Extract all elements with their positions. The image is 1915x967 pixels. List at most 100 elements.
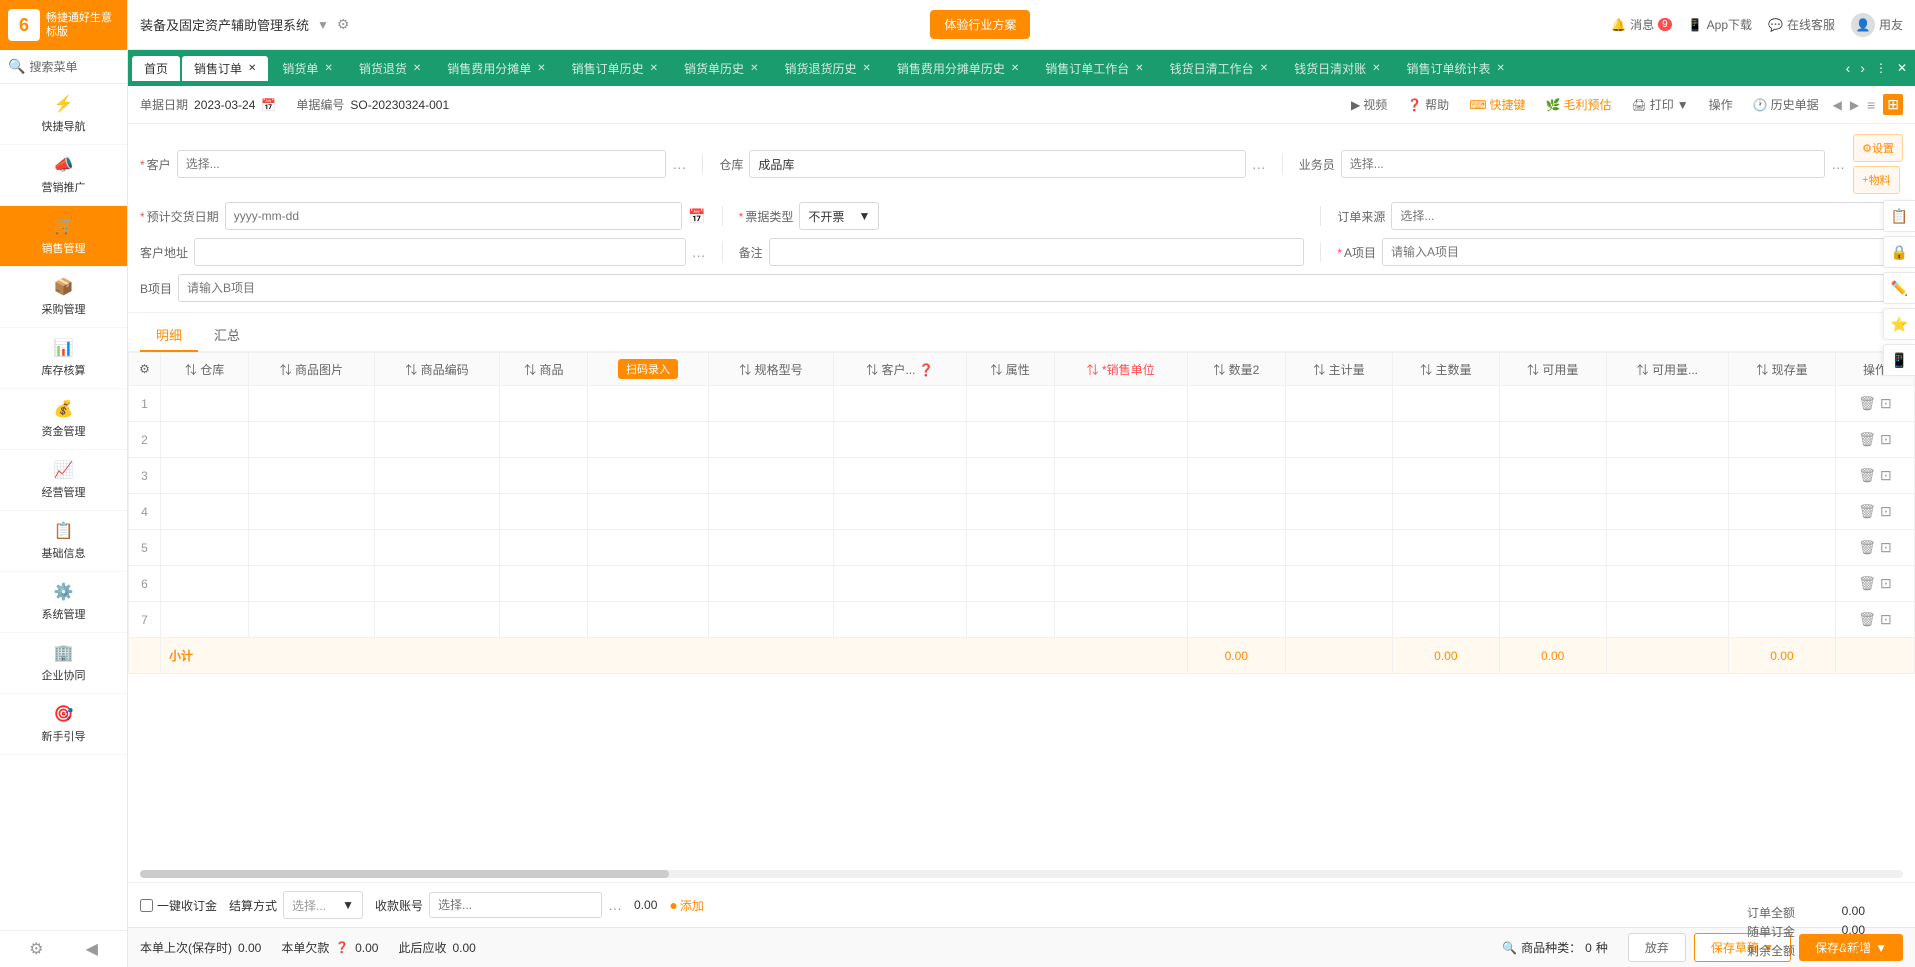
row-4-copy-icon[interactable]: ⊡ (1880, 503, 1892, 520)
float-lock-btn[interactable]: 🔒 (1883, 236, 1915, 268)
row-6-current-qty[interactable] (1729, 566, 1836, 602)
row-4-attrs[interactable] (966, 494, 1054, 530)
th-settings[interactable]: ⚙ (129, 353, 161, 386)
payment-method-select[interactable]: 选择... ▼ (283, 891, 363, 919)
receipt-more-icon[interactable]: … (608, 897, 622, 913)
profit-btn[interactable]: 🌿 毛利预估 (1540, 94, 1618, 115)
row-4-main-qty[interactable] (1392, 494, 1499, 530)
row-3-main-qty[interactable] (1392, 458, 1499, 494)
sidebar-item-marketing[interactable]: 📣 营销推广 (0, 145, 127, 206)
calendar-icon[interactable]: 📅 (261, 98, 276, 112)
row-3-delete-icon[interactable]: 🗑 (1858, 467, 1876, 484)
row-6-customer-code[interactable] (834, 566, 966, 602)
address-more-icon[interactable]: … (692, 244, 706, 260)
single-date-value[interactable]: 2023-03-24 (194, 98, 255, 112)
float-mobile-btn[interactable]: 📱 (1883, 344, 1915, 376)
prev-record-icon[interactable]: ◀ (1833, 98, 1842, 112)
row-7-warehouse[interactable] (161, 602, 249, 638)
tab-fee-history[interactable]: 销售费用分摊单历史 ✕ (885, 56, 1031, 81)
row-7-copy-icon[interactable]: ⊡ (1880, 611, 1892, 628)
tab-summary[interactable]: 汇总 (198, 319, 256, 352)
row-3-current-qty[interactable] (1729, 458, 1836, 494)
tab-close-sales-return[interactable]: ✕ (413, 63, 421, 74)
sidebar-item-system[interactable]: ⚙️ 系统管理 (0, 572, 127, 633)
add-material-btn[interactable]: + 物料 (1853, 166, 1899, 194)
row-2-spec[interactable] (708, 422, 834, 458)
row-2-code[interactable] (374, 422, 500, 458)
tab-return-history[interactable]: 销货退货历史 ✕ (772, 56, 882, 81)
operate-btn[interactable]: 操作 (1703, 94, 1739, 115)
help-btn[interactable]: ❓ 帮助 (1401, 94, 1455, 115)
tab-sales-receipt[interactable]: 销货单 ✕ (270, 56, 344, 81)
row-6-main-unit[interactable] (1286, 566, 1393, 602)
row-5-main-qty[interactable] (1392, 530, 1499, 566)
row-6-product[interactable] (500, 566, 588, 602)
row-2-customer-code[interactable] (834, 422, 966, 458)
row-1-available-qty2[interactable] (1606, 386, 1728, 422)
row-5-customer-code[interactable] (834, 530, 966, 566)
row-4-sales-unit[interactable] (1054, 494, 1187, 530)
warehouse-more-icon[interactable]: … (1252, 156, 1266, 172)
row-3-image[interactable] (249, 458, 375, 494)
row-7-product[interactable] (500, 602, 588, 638)
row-5-available-qty2[interactable] (1606, 530, 1728, 566)
row-1-available-qty[interactable] (1499, 386, 1606, 422)
sidebar-item-enterprise[interactable]: 🏢 企业协同 (0, 633, 127, 694)
row-4-warehouse[interactable] (161, 494, 249, 530)
one-click-payment-checkbox[interactable]: 一键收订金 (140, 897, 217, 914)
row-3-main-unit[interactable] (1286, 458, 1393, 494)
row-7-customer-code[interactable] (834, 602, 966, 638)
one-click-checkbox-input[interactable] (140, 899, 153, 912)
row-1-copy-icon[interactable]: ⊡ (1880, 395, 1892, 412)
row-4-available-qty2[interactable] (1606, 494, 1728, 530)
row-4-customer-code[interactable] (834, 494, 966, 530)
row-1-attrs[interactable] (966, 386, 1054, 422)
row-6-available-qty2[interactable] (1606, 566, 1728, 602)
row-7-delete-icon[interactable]: 🗑 (1858, 611, 1876, 628)
row-3-copy-icon[interactable]: ⊡ (1880, 467, 1892, 484)
row-2-product[interactable] (500, 422, 588, 458)
app-download-item[interactable]: 📱 App下载 (1688, 16, 1752, 33)
row-1-sales-unit[interactable] (1054, 386, 1187, 422)
save-new-dropdown-icon[interactable]: ▼ (1875, 941, 1887, 955)
discard-button[interactable]: 放弃 (1628, 933, 1686, 962)
row-5-attrs[interactable] (966, 530, 1054, 566)
row-3-warehouse[interactable] (161, 458, 249, 494)
add-payment-btn[interactable]: ● 添加 (669, 897, 703, 914)
row-7-spec[interactable] (708, 602, 834, 638)
sidebar-item-base[interactable]: 📋 基础信息 (0, 511, 127, 572)
row-5-copy-icon[interactable]: ⊡ (1880, 539, 1892, 556)
row-7-current-qty[interactable] (1729, 602, 1836, 638)
scrollbar-thumb[interactable] (140, 870, 669, 878)
row-5-available-qty[interactable] (1499, 530, 1606, 566)
row-3-attrs[interactable] (966, 458, 1054, 494)
sidebar-item-quick-nav[interactable]: ⚡ 快捷导航 (0, 84, 127, 145)
sidebar-settings-icon[interactable]: ⚙ (29, 939, 43, 959)
row-7-qty2[interactable] (1187, 602, 1286, 638)
row-6-spec[interactable] (708, 566, 834, 602)
customer-address-input[interactable] (194, 238, 686, 266)
row-2-copy-icon[interactable]: ⊡ (1880, 431, 1892, 448)
invoice-type-select[interactable]: 不开票 ▼ (799, 202, 879, 230)
tab-close-order-workbench[interactable]: ✕ (1135, 63, 1143, 74)
tab-daily-workbench[interactable]: 钱货日清工作台 ✕ (1158, 56, 1280, 81)
row-3-customer-code[interactable] (834, 458, 966, 494)
customer-more-icon[interactable]: … (672, 156, 686, 172)
row-5-spec[interactable] (708, 530, 834, 566)
row-3-sales-unit[interactable] (1054, 458, 1187, 494)
row-3-available-qty2[interactable] (1606, 458, 1728, 494)
row-5-qty2[interactable] (1187, 530, 1286, 566)
row-6-main-qty[interactable] (1392, 566, 1499, 602)
row-1-main-unit[interactable] (1286, 386, 1393, 422)
row-3-spec[interactable] (708, 458, 834, 494)
row-6-delete-icon[interactable]: 🗑 (1858, 575, 1876, 592)
notification-item[interactable]: 🔔 消息 9 (1611, 16, 1672, 33)
row-1-delete-icon[interactable]: 🗑 (1858, 395, 1876, 412)
a-project-input[interactable] (1382, 238, 1903, 266)
row-2-qty2[interactable] (1187, 422, 1286, 458)
grid-view-icon[interactable]: ⊞ (1883, 94, 1903, 115)
sidebar-item-inventory[interactable]: 📊 库存核算 (0, 328, 127, 389)
sidebar-collapse-icon[interactable]: ◀ (86, 939, 98, 959)
row-3-product[interactable] (500, 458, 588, 494)
row-4-code[interactable] (374, 494, 500, 530)
